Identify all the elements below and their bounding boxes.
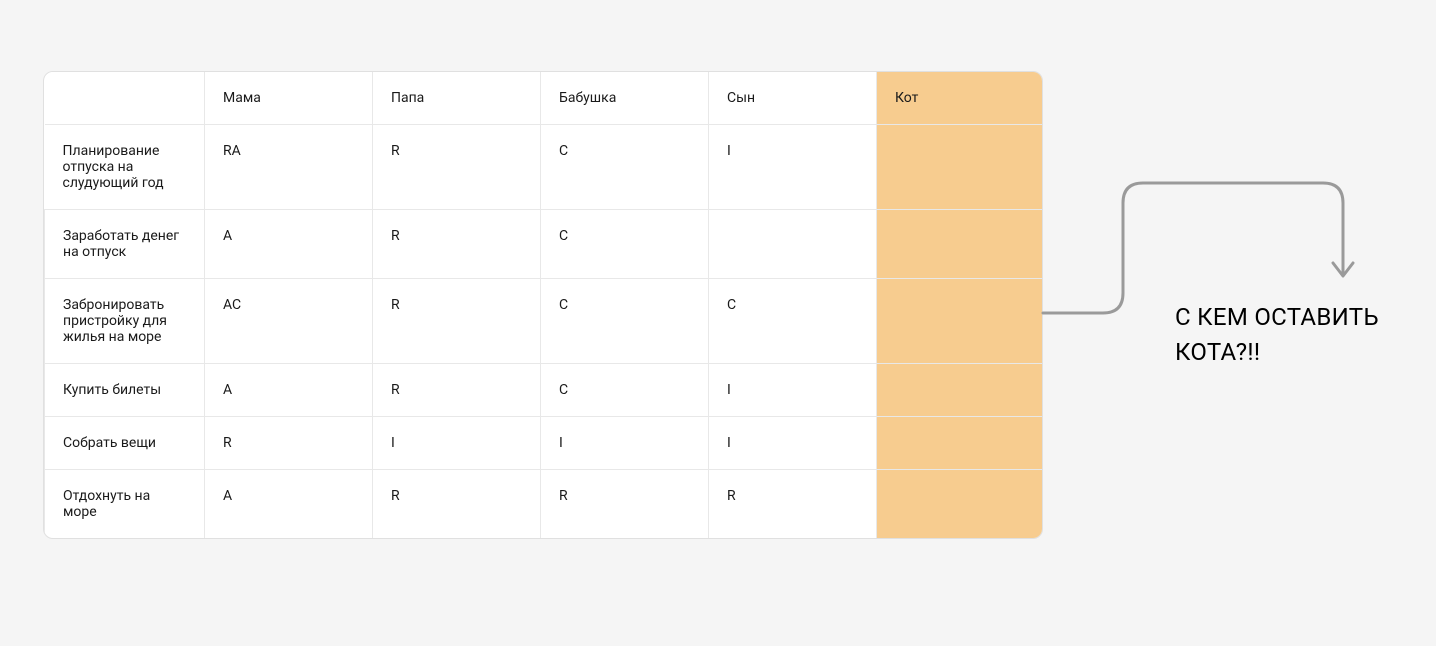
col-header-task [45,72,205,125]
cell-mom: A [205,210,373,279]
cell-cat [877,210,1044,279]
task-cell: Купить билеты [45,364,205,417]
table-row: Заработать денег на отпуск A R C [45,210,1044,279]
table-row: Купить билеты A R C I [45,364,1044,417]
task-cell: Отдохнуть на море [45,470,205,539]
cell-mom: R [205,417,373,470]
cell-son: I [709,417,877,470]
raci-table: Мама Папа Бабушка Сын Кот Планирование о… [44,72,1043,538]
task-cell: Забронировать пристройку для жилья на мо… [45,279,205,364]
table-header-row: Мама Папа Бабушка Сын Кот [45,72,1044,125]
col-header-son: Сын [709,72,877,125]
cell-cat [877,364,1044,417]
cell-grandma: C [541,279,709,364]
cell-cat [877,279,1044,364]
cell-grandma: I [541,417,709,470]
cell-son: I [709,364,877,417]
cell-son: I [709,125,877,210]
cell-dad: R [373,279,541,364]
table-row: Собрать вещи R I I I [45,417,1044,470]
cell-cat [877,470,1044,539]
cell-mom: AC [205,279,373,364]
cell-mom: A [205,364,373,417]
cell-mom: RA [205,125,373,210]
cell-grandma: C [541,364,709,417]
cell-dad: R [373,125,541,210]
cell-son [709,210,877,279]
table-row: Планирование отпуска на слудующий год RA… [45,125,1044,210]
col-header-grandma: Бабушка [541,72,709,125]
cell-grandma: C [541,125,709,210]
cell-mom: A [205,470,373,539]
cell-dad: I [373,417,541,470]
cell-grandma: R [541,470,709,539]
annotation-text: С КЕМ ОСТАВИТЬ КОТА?!! [1175,300,1436,370]
cell-grandma: C [541,210,709,279]
cell-dad: R [373,364,541,417]
col-header-mom: Мама [205,72,373,125]
col-header-cat: Кот [877,72,1044,125]
task-cell: Планирование отпуска на слудующий год [45,125,205,210]
cell-son: C [709,279,877,364]
table-row: Отдохнуть на море A R R R [45,470,1044,539]
cell-cat [877,125,1044,210]
col-header-dad: Папа [373,72,541,125]
table-row: Забронировать пристройку для жилья на мо… [45,279,1044,364]
raci-table-container: Мама Папа Бабушка Сын Кот Планирование о… [43,71,1043,539]
cell-dad: R [373,470,541,539]
task-cell: Заработать денег на отпуск [45,210,205,279]
annotation-arrow [1043,178,1353,318]
task-cell: Собрать вещи [45,417,205,470]
cell-dad: R [373,210,541,279]
cell-son: R [709,470,877,539]
cell-cat [877,417,1044,470]
